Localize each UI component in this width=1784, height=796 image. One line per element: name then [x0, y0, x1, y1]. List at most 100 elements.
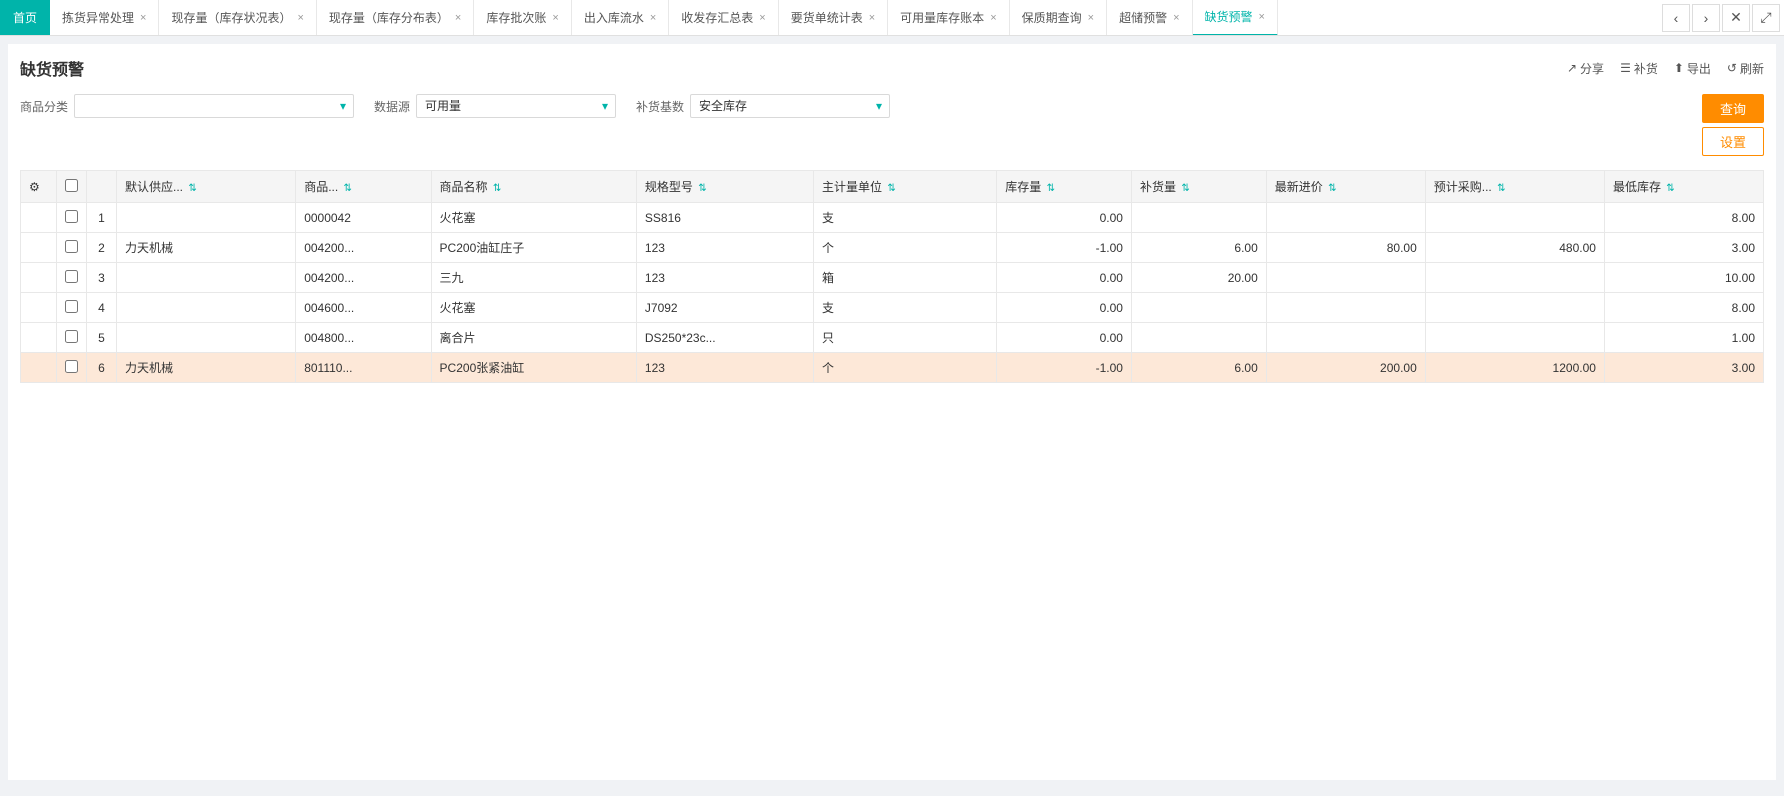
- table-row: 2 力天机械 004200... PC200油缸庄子 123 个 -1.00 6…: [21, 233, 1764, 263]
- nav-tab-6[interactable]: 收发存汇总表 ×: [669, 0, 778, 36]
- th-est-purchase[interactable]: 预计采购... ⇅: [1425, 171, 1604, 203]
- nav-tab-10[interactable]: 超储预警 ×: [1107, 0, 1192, 36]
- nav-tab-3[interactable]: 现存量（库存分布表） ×: [317, 0, 474, 36]
- td-checkbox[interactable]: [57, 233, 87, 263]
- replenish-select-wrapper: 安全库存: [690, 94, 890, 118]
- td-unit: 支: [814, 203, 997, 233]
- category-select[interactable]: [74, 94, 354, 118]
- share-icon: ↗: [1567, 61, 1577, 75]
- row-checkbox[interactable]: [65, 300, 78, 313]
- td-supplier: [117, 323, 296, 353]
- nav-next-button[interactable]: ›: [1692, 4, 1720, 32]
- td-checkbox[interactable]: [57, 293, 87, 323]
- nav-tab-8[interactable]: 可用量库存账本 ×: [888, 0, 1009, 36]
- nav-tab-11[interactable]: 缺货预警 ×: [1193, 0, 1278, 36]
- settings-button[interactable]: 设置: [1702, 127, 1764, 156]
- td-product-code: 0000042: [296, 203, 431, 233]
- td-est-purchase: [1425, 323, 1604, 353]
- nav-tab-home[interactable]: 首页: [0, 0, 50, 36]
- th-gear[interactable]: ⚙: [21, 171, 57, 203]
- category-filter-group: 商品分类: [20, 94, 354, 118]
- nav-controls: ‹ › ✕ ⤢: [1662, 4, 1784, 32]
- td-checkbox[interactable]: [57, 203, 87, 233]
- datasource-select[interactable]: 可用量: [416, 94, 616, 118]
- th-product-code[interactable]: 商品... ⇅: [296, 171, 431, 203]
- query-button[interactable]: 查询: [1702, 94, 1764, 123]
- header-row: ⚙ 默认供应... ⇅ 商品... ⇅ 商品名称 ⇅ 规格型号 ⇅: [21, 171, 1764, 203]
- td-checkbox[interactable]: [57, 263, 87, 293]
- close-tab-4[interactable]: ×: [552, 12, 558, 24]
- td-min-stock: 3.00: [1604, 353, 1763, 383]
- nav-tab-2[interactable]: 现存量（库存状况表） ×: [159, 0, 316, 36]
- share-button[interactable]: ↗ 分享: [1567, 60, 1604, 77]
- close-tab-7[interactable]: ×: [869, 12, 875, 24]
- td-est-purchase: 480.00: [1425, 233, 1604, 263]
- td-product-code: 004200...: [296, 233, 431, 263]
- datasource-filter-group: 数据源 可用量: [374, 94, 616, 118]
- filter-actions: 查询 设置: [1702, 94, 1764, 156]
- td-checkbox[interactable]: [57, 323, 87, 353]
- close-tab-6[interactable]: ×: [759, 12, 765, 24]
- th-min-stock[interactable]: 最低库存 ⇅: [1604, 171, 1763, 203]
- sort-unit-icon: ⇅: [887, 183, 895, 194]
- close-tab-8[interactable]: ×: [990, 12, 996, 24]
- replenish-select[interactable]: 安全库存: [690, 94, 890, 118]
- row-checkbox[interactable]: [65, 360, 78, 373]
- row-checkbox[interactable]: [65, 330, 78, 343]
- close-tab-5[interactable]: ×: [650, 12, 656, 24]
- td-stock: 0.00: [997, 203, 1132, 233]
- th-spec[interactable]: 规格型号 ⇅: [636, 171, 813, 203]
- row-checkbox[interactable]: [65, 210, 78, 223]
- table-row: 5 004800... 离合片 DS250*23c... 只 0.00 1.00: [21, 323, 1764, 353]
- close-tab-1[interactable]: ×: [140, 12, 146, 24]
- td-supplier: 力天机械: [117, 233, 296, 263]
- td-spec: J7092: [636, 293, 813, 323]
- home-label: 首页: [13, 9, 37, 26]
- td-gear: [21, 263, 57, 293]
- filter-groups: 商品分类 数据源 可用量 补货基数: [20, 94, 1702, 118]
- td-spec: SS816: [636, 203, 813, 233]
- row-checkbox[interactable]: [65, 270, 78, 283]
- refresh-icon: ↺: [1727, 61, 1737, 75]
- row-checkbox[interactable]: [65, 240, 78, 253]
- nav-tab-7[interactable]: 要货单统计表 ×: [779, 0, 888, 36]
- nav-expand-button[interactable]: ⤢: [1752, 4, 1780, 32]
- close-tab-2[interactable]: ×: [297, 12, 303, 24]
- close-tab-10[interactable]: ×: [1173, 12, 1179, 24]
- th-checkbox[interactable]: [57, 171, 87, 203]
- td-est-purchase: [1425, 203, 1604, 233]
- th-latest-price[interactable]: 最新进价 ⇅: [1266, 171, 1425, 203]
- sort-stock-icon: ⇅: [1047, 183, 1055, 194]
- th-supplier[interactable]: 默认供应... ⇅: [117, 171, 296, 203]
- nav-tab-5[interactable]: 出入库流水 ×: [572, 0, 669, 36]
- td-unit: 只: [814, 323, 997, 353]
- td-rownum: 5: [87, 323, 117, 353]
- td-rownum: 6: [87, 353, 117, 383]
- td-rownum: 4: [87, 293, 117, 323]
- td-checkbox[interactable]: [57, 353, 87, 383]
- td-rownum: 2: [87, 233, 117, 263]
- nav-tab-4[interactable]: 库存批次账 ×: [474, 0, 571, 36]
- td-replenish: [1131, 323, 1266, 353]
- td-est-purchase: 1200.00: [1425, 353, 1604, 383]
- th-stock[interactable]: 库存量 ⇅: [997, 171, 1132, 203]
- td-product-code: 801110...: [296, 353, 431, 383]
- sort-code-icon: ⇅: [344, 183, 352, 194]
- export-button[interactable]: ⬆ 导出: [1674, 60, 1711, 77]
- td-product-name: 离合片: [431, 323, 636, 353]
- nav-close-button[interactable]: ✕: [1722, 4, 1750, 32]
- close-tab-3[interactable]: ×: [455, 12, 461, 24]
- th-unit[interactable]: 主计量单位 ⇅: [814, 171, 997, 203]
- td-est-purchase: [1425, 293, 1604, 323]
- replenish-button[interactable]: ☰ 补货: [1620, 60, 1658, 77]
- th-replenish[interactable]: 补货量 ⇅: [1131, 171, 1266, 203]
- nav-prev-button[interactable]: ‹: [1662, 4, 1690, 32]
- refresh-button[interactable]: ↺ 刷新: [1727, 60, 1764, 77]
- filter-area: 商品分类 数据源 可用量 补货基数: [20, 94, 1764, 156]
- nav-tab-1[interactable]: 拣货异常处理 ×: [50, 0, 159, 36]
- th-product-name[interactable]: 商品名称 ⇅: [431, 171, 636, 203]
- close-tab-11[interactable]: ×: [1259, 11, 1265, 23]
- select-all-checkbox[interactable]: [65, 179, 78, 192]
- close-tab-9[interactable]: ×: [1088, 12, 1094, 24]
- nav-tab-9[interactable]: 保质期查询 ×: [1010, 0, 1107, 36]
